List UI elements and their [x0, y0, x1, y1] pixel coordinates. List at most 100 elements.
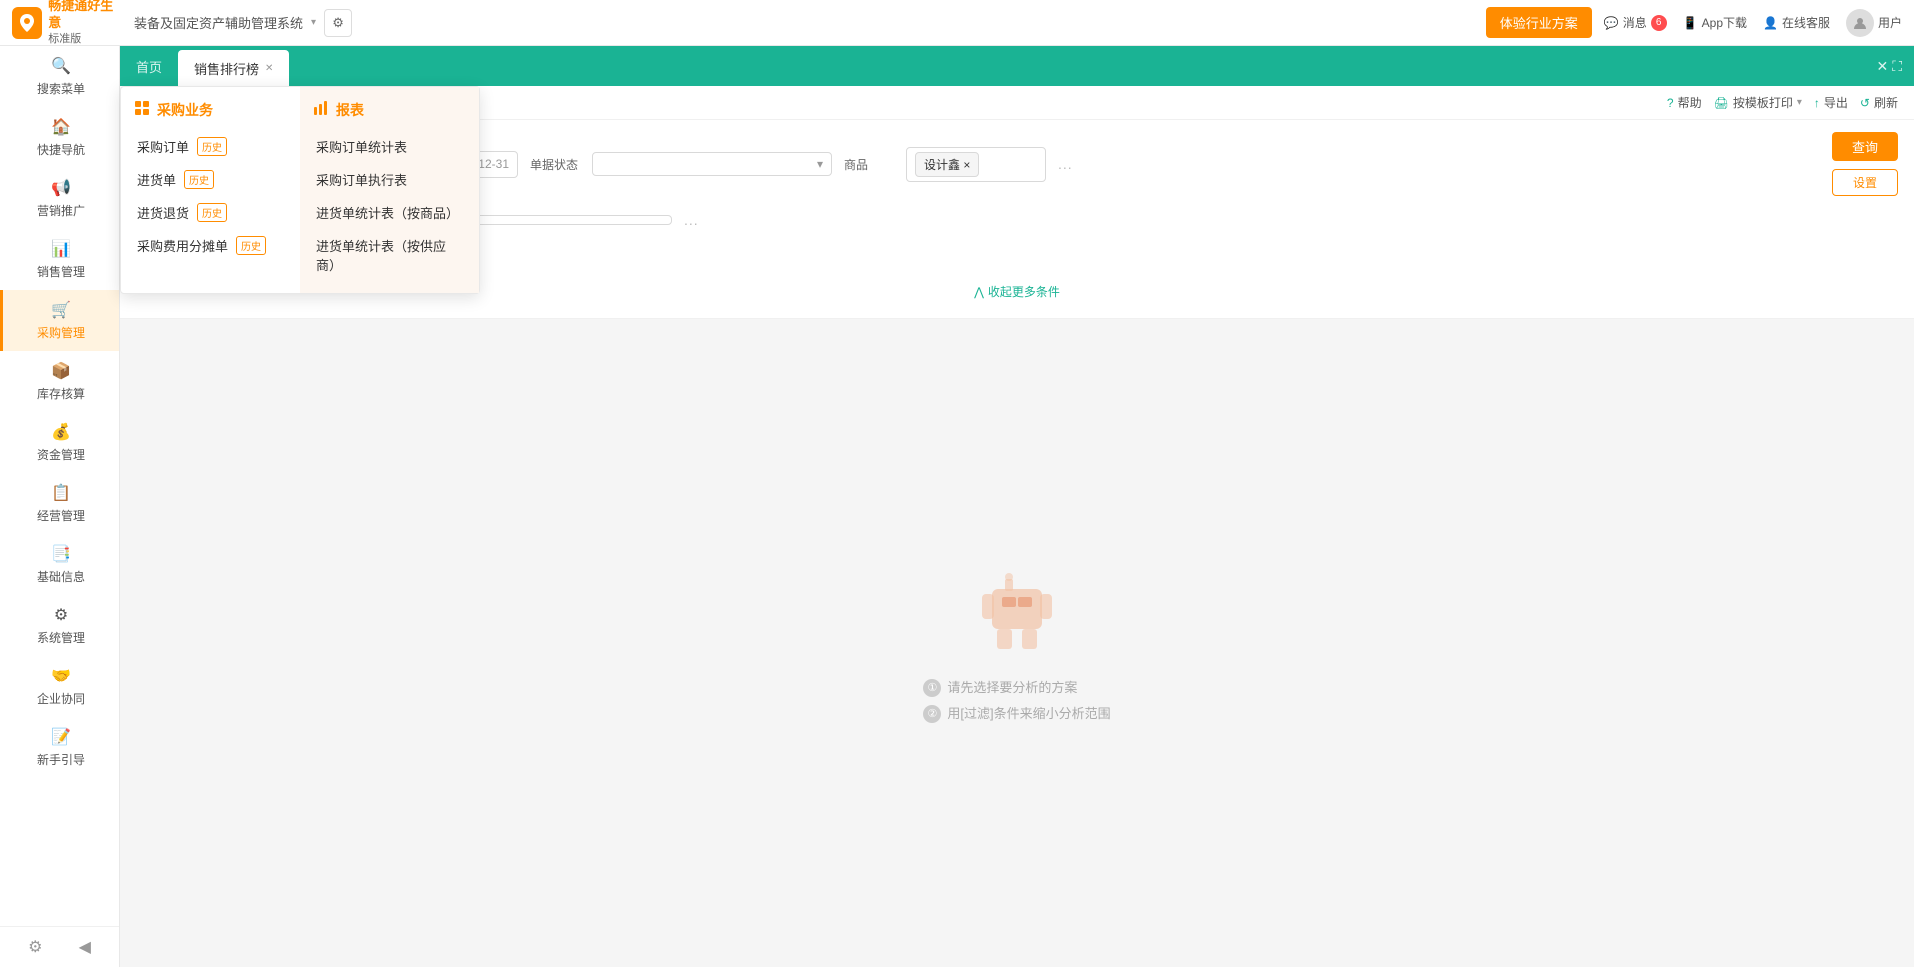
tab-sales-rank-label: 销售排行榜 — [194, 59, 259, 78]
search-menu-icon: 🔍 — [51, 56, 71, 76]
sidebar-item-inventory[interactable]: 📦 库存核算 — [0, 351, 119, 412]
refresh-btn[interactable]: ↺ 刷新 — [1860, 94, 1898, 111]
report-col-header: 报表 — [312, 99, 467, 120]
sidebar-item-guide[interactable]: 📝 新手引导 — [0, 717, 119, 778]
salesman-input[interactable] — [472, 215, 672, 225]
dropdown-item-fee[interactable]: 采购费用分摊单 历史 — [133, 229, 288, 262]
title-dropdown-arrow[interactable]: ▾ — [311, 17, 316, 28]
sidebar-item-basic-info[interactable]: 📑 基础信息 — [0, 534, 119, 595]
logo-text: 畅捷通好生意 标准版 — [48, 0, 122, 47]
history-badge-fee[interactable]: 历史 — [236, 236, 266, 255]
collapse-up-icon: ⋀ — [974, 285, 984, 299]
settings-btn[interactable]: 设置 — [1832, 169, 1898, 196]
sidebar-item-marketing[interactable]: 📢 营销推广 — [0, 168, 119, 229]
sidebar-item-label: 营销推广 — [37, 202, 85, 219]
tab-bar-right: ✕ ⛶ — [1876, 58, 1914, 75]
system-icon: ⚙ — [54, 605, 68, 625]
report-col: 报表 采购订单统计表 采购订单执行表 进货单统计表（按商品） 进货单统计表（按供… — [300, 87, 479, 293]
status-input[interactable]: ▾ — [592, 152, 832, 176]
history-badge-goods-in[interactable]: 历史 — [184, 170, 214, 189]
export-btn[interactable]: ↑ 导出 — [1814, 94, 1848, 111]
status-dropdown-arrow: ▾ — [817, 157, 823, 171]
goods-input[interactable]: 设计鑫 × — [906, 147, 1046, 182]
dropdown-item-goods-stats-supplier[interactable]: 进货单统计表（按供应商） — [312, 229, 467, 281]
tab-bar: 首页 销售排行榜 ✕ ✕ ⛶ — [120, 46, 1914, 86]
step-1: ① 请先选择要分析的方案 — [923, 675, 1110, 701]
purchase-dropdown-menu: 采购业务 采购订单 历史 进货单 历史 进货退货 历史 采购费用分摊单 历史 — [120, 86, 480, 294]
app-download-btn[interactable]: 📱 App下载 — [1683, 14, 1747, 31]
sidebar-bottom: ⚙ ◀ — [0, 926, 119, 967]
sales-icon: 📊 — [51, 239, 71, 259]
goods-dots-btn[interactable]: ... — [1058, 156, 1073, 172]
print-btn[interactable]: 🖨 按模板打印 ▾ — [1714, 94, 1802, 111]
export-icon: ↑ — [1814, 96, 1820, 110]
operations-icon: 📋 — [51, 483, 71, 503]
system-title: 装备及固定资产辅助管理系统 ▾ ⚙ — [134, 9, 1474, 37]
bottom-settings-btn[interactable]: ⚙ — [28, 937, 42, 957]
dropdown-item-purchase-order[interactable]: 采购订单 历史 — [133, 130, 288, 163]
sidebar-item-search-menu[interactable]: 🔍 搜索菜单 — [0, 46, 119, 107]
tab-maximize-btn[interactable]: ⛶ — [1892, 58, 1902, 75]
salesman-dots-btn[interactable]: ... — [684, 212, 699, 228]
tab-home[interactable]: 首页 — [120, 46, 178, 86]
topbar: 畅捷通好生意 标准版 装备及固定资产辅助管理系统 ▾ ⚙ 体验行业方案 💬 消息… — [0, 0, 1914, 46]
history-badge-purchase-order[interactable]: 历史 — [197, 137, 227, 156]
sidebar-item-cooperation[interactable]: 🤝 企业协同 — [0, 656, 119, 717]
empty-state: ① 请先选择要分析的方案 ② 用[过滤]条件来缩小分析范围 — [120, 319, 1914, 967]
sidebar: 🔍 搜索菜单 🏠 快捷导航 📢 营销推广 📊 销售管理 🛒 采购管理 📦 库存核… — [0, 46, 120, 967]
home-icon: 🏠 — [51, 117, 71, 137]
query-btn[interactable]: 查询 — [1832, 132, 1898, 161]
dropdown-item-return[interactable]: 进货退货 历史 — [133, 196, 288, 229]
sidebar-item-quick-nav[interactable]: 🏠 快捷导航 — [0, 107, 119, 168]
message-badge: 6 — [1651, 15, 1667, 31]
tab-close-all-btn[interactable]: ✕ — [1876, 58, 1888, 75]
dropdown-item-order-exec[interactable]: 采购订单执行表 — [312, 163, 467, 196]
sidebar-item-label: 系统管理 — [37, 629, 85, 646]
print-icon: 🖨 — [1714, 96, 1729, 110]
sidebar-item-label: 经营管理 — [37, 507, 85, 524]
empty-illustration — [957, 559, 1077, 659]
tab-close-btn[interactable]: ✕ — [265, 63, 273, 74]
step-2: ② 用[过滤]条件来缩小分析范围 — [923, 701, 1110, 727]
dropdown-item-goods-stats-product[interactable]: 进货单统计表（按商品） — [312, 196, 467, 229]
sidebar-item-label: 采购管理 — [37, 324, 85, 341]
topbar-right: 💬 消息 6 📱 App下载 👤 在线客服 用户 — [1604, 9, 1902, 37]
sidebar-item-sales[interactable]: 📊 销售管理 — [0, 229, 119, 290]
purchase-col-icon — [133, 99, 151, 120]
tab-sales-rank[interactable]: 销售排行榜 ✕ — [178, 50, 289, 86]
cooperation-icon: 🤝 — [51, 666, 71, 686]
sidebar-item-label: 新手引导 — [37, 751, 85, 768]
sidebar-item-finance[interactable]: 💰 资金管理 — [0, 412, 119, 473]
sidebar-item-label: 库存核算 — [37, 385, 85, 402]
refresh-icon: ↺ — [1860, 96, 1870, 110]
goods-label: 商品 — [844, 156, 894, 173]
print-dropdown-arrow[interactable]: ▾ — [1797, 97, 1802, 108]
sidebar-collapse-btn[interactable]: ◀ — [79, 937, 91, 957]
sidebar-item-label: 销售管理 — [37, 263, 85, 280]
sidebar-item-operations[interactable]: 📋 经营管理 — [0, 473, 119, 534]
logo-area: 畅捷通好生意 标准版 — [12, 0, 122, 47]
sidebar-item-purchase[interactable]: 🛒 采购管理 — [0, 290, 119, 351]
tab-home-label: 首页 — [136, 57, 162, 76]
dropdown-item-order-stats[interactable]: 采购订单统计表 — [312, 130, 467, 163]
phone-icon: 📱 — [1683, 16, 1698, 30]
user-btn[interactable]: 用户 — [1846, 9, 1902, 37]
help-icon: ? — [1667, 96, 1674, 110]
purchase-icon: 🛒 — [51, 300, 71, 320]
marketing-icon: 📢 — [51, 178, 71, 198]
online-service-btn[interactable]: 👤 在线客服 — [1763, 14, 1830, 31]
dropdown-item-goods-in[interactable]: 进货单 历史 — [133, 163, 288, 196]
finance-icon: 💰 — [51, 422, 71, 442]
empty-steps: ① 请先选择要分析的方案 ② 用[过滤]条件来缩小分析范围 — [923, 675, 1110, 727]
purchase-col: 采购业务 采购订单 历史 进货单 历史 进货退货 历史 采购费用分摊单 历史 — [121, 87, 300, 293]
industry-btn[interactable]: 体验行业方案 — [1486, 7, 1592, 38]
settings-icon-btn[interactable]: ⚙ — [324, 9, 352, 37]
basic-info-icon: 📑 — [51, 544, 71, 564]
purchase-col-header: 采购业务 — [133, 99, 288, 120]
message-btn[interactable]: 💬 消息 6 — [1604, 14, 1667, 31]
status-label: 单据状态 — [530, 156, 580, 173]
sidebar-item-system[interactable]: ⚙ 系统管理 — [0, 595, 119, 656]
inventory-icon: 📦 — [51, 361, 71, 381]
help-btn[interactable]: ? 帮助 — [1667, 94, 1702, 111]
history-badge-return[interactable]: 历史 — [197, 203, 227, 222]
